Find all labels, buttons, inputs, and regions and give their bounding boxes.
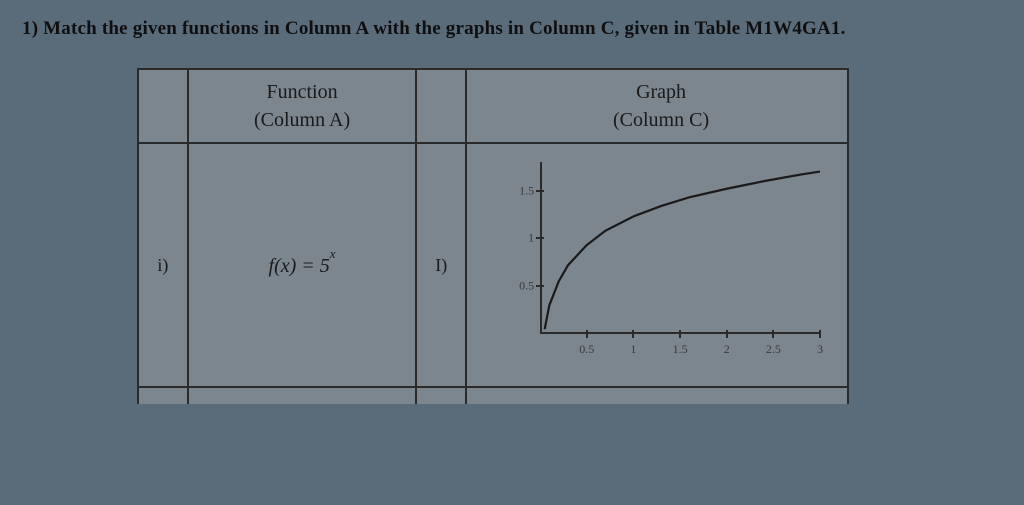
match-table: Function (Column A) Graph (Column C) i) … bbox=[137, 68, 849, 404]
curve-svg bbox=[540, 162, 820, 334]
x-tick-label: 1 bbox=[618, 342, 648, 357]
header-function-line1: Function bbox=[195, 78, 410, 106]
header-function-line2: (Column A) bbox=[195, 106, 410, 134]
table-row: i) f(x) = 5x I) 0.5 1 1.5 0.5 1 1.5 2 2.5 3 bbox=[138, 143, 848, 387]
chart: 0.511.50.511.522.53 bbox=[496, 156, 826, 376]
y-tick-label: 1 bbox=[494, 231, 534, 246]
func-expression: f(x) = 5x bbox=[269, 255, 336, 277]
graph-index: I) bbox=[416, 143, 466, 387]
x-tick bbox=[726, 330, 728, 338]
x-tick-label: 2.5 bbox=[758, 342, 788, 357]
func-cell: f(x) = 5x bbox=[188, 143, 417, 387]
header-graph-line2: (Column C) bbox=[487, 106, 835, 134]
table-header-row: Function (Column A) Graph (Column C) bbox=[138, 69, 848, 143]
func-index: i) bbox=[138, 143, 188, 387]
func-base: f(x) = 5 bbox=[269, 255, 330, 277]
y-tick bbox=[536, 237, 544, 239]
x-tick bbox=[819, 330, 821, 338]
x-tick bbox=[586, 330, 588, 338]
x-tick bbox=[632, 330, 634, 338]
question-text: 1) Match the given functions in Column A… bbox=[22, 18, 1002, 40]
x-tick-label: 2 bbox=[712, 342, 742, 357]
y-tick-label: 1.5 bbox=[494, 183, 534, 198]
x-tick bbox=[772, 330, 774, 338]
header-function: Function (Column A) bbox=[188, 69, 417, 143]
x-tick-label: 0.5 bbox=[572, 342, 602, 357]
header-blank-2 bbox=[416, 69, 466, 143]
curve-path bbox=[545, 172, 820, 330]
header-graph: Graph (Column C) bbox=[466, 69, 848, 143]
graph-cell: 0.5 1 1.5 0.5 1 1.5 2 2.5 3 bbox=[466, 143, 848, 387]
header-graph-line1: Graph bbox=[487, 78, 835, 106]
y-tick bbox=[536, 190, 544, 192]
y-tick-label: 0.5 bbox=[494, 279, 534, 294]
y-tick bbox=[536, 285, 544, 287]
x-tick-label: 1.5 bbox=[665, 342, 695, 357]
x-tick bbox=[679, 330, 681, 338]
x-tick-label: 3 bbox=[805, 342, 835, 357]
table-row-trailing bbox=[138, 387, 848, 404]
header-blank-1 bbox=[138, 69, 188, 143]
func-exponent: x bbox=[330, 246, 336, 261]
